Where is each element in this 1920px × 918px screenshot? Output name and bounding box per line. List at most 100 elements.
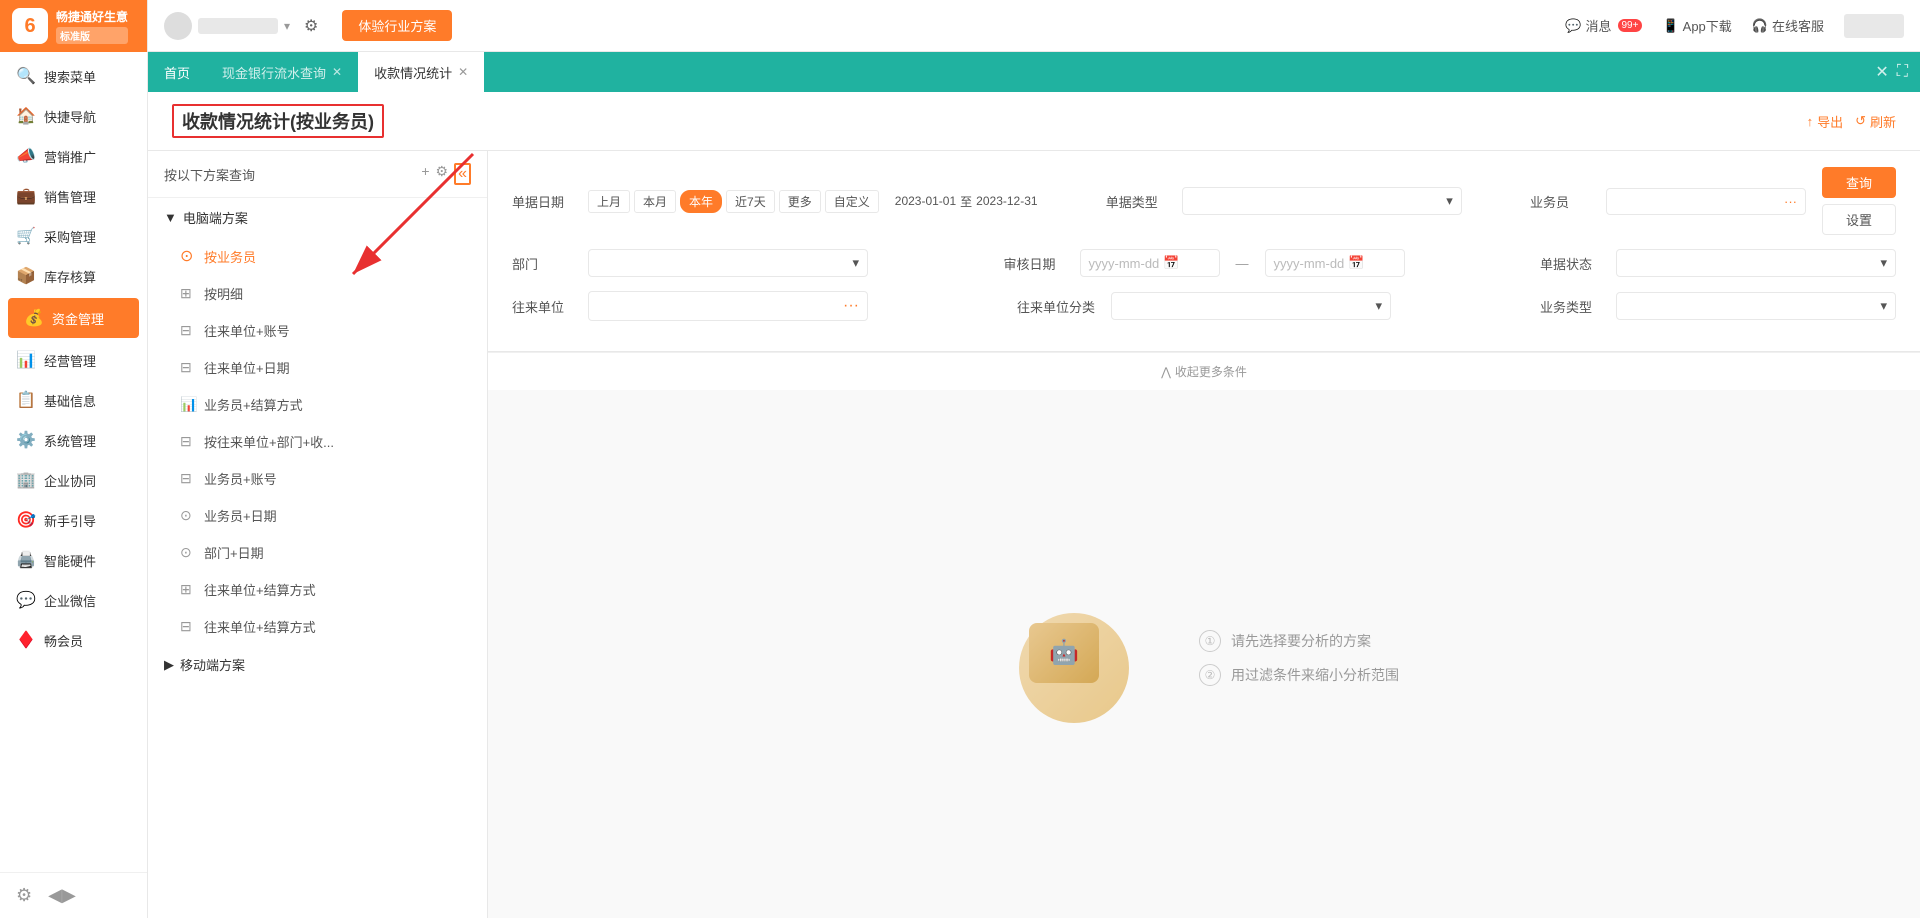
collection-stat-tab-close-icon[interactable]: ✕ (458, 65, 468, 79)
partner-category-select[interactable]: ▾ (1111, 292, 1391, 320)
app-download-item[interactable]: 📱 App下载 (1662, 16, 1731, 35)
scheme-item-unit-settle1[interactable]: ⊞ 往来单位+结算方式 (148, 571, 487, 608)
partner-select[interactable]: ··· (588, 291, 868, 321)
sidebar-item-member[interactable]: ♦️ 畅会员 (0, 620, 147, 660)
sidebar-item-wechat[interactable]: 💬 企业微信 (0, 580, 147, 620)
sidebar-logo: 6 畅捷通好生意 标准版 (0, 0, 147, 52)
scheme-settings-icon[interactable]: ⚙ (436, 163, 449, 185)
bank-flow-tab-close-icon[interactable]: ✕ (332, 65, 342, 79)
sidebar-item-search-menu[interactable]: 🔍 搜索菜单 (0, 56, 147, 96)
add-scheme-icon[interactable]: + (421, 163, 429, 185)
salesman-more-icon[interactable]: ··· (1784, 194, 1797, 209)
review-date-from-value: yyyy-mm-dd (1089, 256, 1160, 271)
doc-status-select[interactable]: ▾ (1616, 249, 1896, 277)
sidebar-item-inventory[interactable]: 📦 库存核算 (0, 256, 147, 296)
scheme-item-by-detail[interactable]: ⊞ 按明细 (148, 275, 487, 312)
settings-button[interactable]: 设置 (1822, 204, 1896, 235)
collapse-bar[interactable]: ⋀ 收起更多条件 (488, 352, 1920, 390)
date-shortcuts: 上月 本月 本年 近7天 更多 自定义 (588, 190, 879, 213)
collapse-label: 收起更多条件 (1175, 363, 1247, 380)
online-service-item[interactable]: 🎧 在线客服 (1752, 16, 1824, 35)
sidebar-item-sales[interactable]: 💼 销售管理 (0, 176, 147, 216)
tab-bank-flow[interactable]: 现金银行流水查询 ✕ (206, 52, 358, 92)
date-dash: — (1236, 256, 1249, 271)
date-btn-7days[interactable]: 近7天 (726, 190, 775, 213)
hardware-icon: 🖨️ (16, 550, 36, 570)
trial-btn[interactable]: 体验行业方案 (342, 10, 452, 41)
doc-type-label: 单据类型 (1106, 192, 1166, 211)
scheme-item-label: 部门+日期 (204, 543, 264, 562)
sidebar-item-guide[interactable]: 🎯 新手引导 (0, 500, 147, 540)
close-tab-icon[interactable]: ✕ (1875, 62, 1888, 82)
date-btn-last-month[interactable]: 上月 (588, 190, 630, 213)
scheme-item-salesman-account[interactable]: ⊟ 业务员+账号 (148, 460, 487, 497)
export-button[interactable]: ↑ 导出 (1807, 112, 1844, 131)
unit-date-icon: ⊟ (180, 359, 196, 376)
date-range: 2023-01-01 至 2023-12-31 (895, 193, 1038, 210)
date-btn-custom[interactable]: 自定义 (825, 190, 879, 213)
sidebar-item-finance[interactable]: 💰 资金管理 (8, 298, 139, 338)
sidebar-item-operations[interactable]: 📊 经营管理 (0, 340, 147, 380)
guide-icon: 🎯 (16, 510, 36, 530)
filter-row-2: 部门 ▾ 审核日期 yyyy-mm-dd 📅 — yyyy-mm-dd 📅 (512, 249, 1896, 277)
scheme-item-label: 往来单位+日期 (204, 358, 290, 377)
maximize-icon[interactable]: ⛶ (1897, 63, 1908, 81)
calendar-from-icon[interactable]: 📅 (1163, 255, 1179, 271)
review-date-to[interactable]: yyyy-mm-dd 📅 (1265, 249, 1405, 277)
scheme-item-salesman-date[interactable]: ⊙ 业务员+日期 (148, 497, 487, 534)
collapse-sidebar-icon[interactable]: ◀▶ (48, 885, 76, 906)
doc-type-select[interactable]: ▾ (1182, 187, 1462, 215)
empty-step-1: ① 请先选择要分析的方案 (1199, 630, 1399, 652)
unit-settle1-icon: ⊞ (180, 581, 196, 598)
sidebar-item-label: 基础信息 (44, 391, 96, 410)
sidebar-item-hardware[interactable]: 🖨️ 智能硬件 (0, 540, 147, 580)
scheme-item-unit-date[interactable]: ⊟ 往来单位+日期 (148, 349, 487, 386)
query-button[interactable]: 查询 (1822, 167, 1896, 198)
collapse-panel-icon[interactable]: « (454, 163, 471, 185)
user-info-placeholder (1844, 14, 1904, 38)
dept-select[interactable]: ▾ (588, 249, 868, 277)
sidebar-item-quick-nav[interactable]: 🏠 快捷导航 (0, 96, 147, 136)
calendar-to-icon[interactable]: 📅 (1348, 255, 1364, 271)
sidebar-item-purchase[interactable]: 🛒 采购管理 (0, 216, 147, 256)
step-1-label: 请先选择要分析的方案 (1231, 631, 1371, 651)
refresh-button[interactable]: ↺ 刷新 (1855, 112, 1896, 131)
scheme-item-dept-date[interactable]: ⊙ 部门+日期 (148, 534, 487, 571)
sidebar-item-system[interactable]: ⚙️ 系统管理 (0, 420, 147, 460)
review-date-from[interactable]: yyyy-mm-dd 📅 (1080, 249, 1220, 277)
unit-dept-icon: ⊟ (180, 433, 196, 450)
scheme-group-mobile-title[interactable]: ▶ 移动端方案 (148, 645, 487, 684)
settings-icon[interactable]: ⚙ (16, 885, 32, 906)
salesman-select[interactable]: ··· (1606, 188, 1806, 215)
sidebar-item-marketing[interactable]: 📣 营销推广 (0, 136, 147, 176)
scheme-item-unit-settle2[interactable]: ⊟ 往来单位+结算方式 (148, 608, 487, 645)
expand-mobile-icon: ▶ (164, 657, 174, 673)
sidebar-item-basic-info[interactable]: 📋 基础信息 (0, 380, 147, 420)
app-logo-icon: 6 (12, 8, 48, 44)
biz-type-select[interactable]: ▾ (1616, 292, 1896, 320)
topbar-user: ▾ ⚙ (164, 12, 318, 40)
scheme-item-unit-dept-collect[interactable]: ⊟ 按往来单位+部门+收... (148, 423, 487, 460)
step-2-label: 用过滤条件来缩小分析范围 (1231, 665, 1399, 685)
sales-icon: 💼 (16, 186, 36, 206)
doc-status-label: 单据状态 (1540, 254, 1600, 273)
download-icon: 📱 (1662, 18, 1678, 34)
scheme-item-by-salesman[interactable]: ⊙ 按业务员 (148, 237, 487, 275)
scheme-group-pc-title[interactable]: ▼ 电脑端方案 (148, 198, 487, 237)
sidebar-item-enterprise[interactable]: 🏢 企业协同 (0, 460, 147, 500)
doc-type-dropdown-icon: ▾ (1446, 193, 1453, 209)
tab-collection-stat[interactable]: 收款情况统计 ✕ (358, 52, 484, 92)
date-btn-this-year[interactable]: 本年 (680, 190, 722, 213)
topbar-dropdown-icon[interactable]: ▾ (284, 19, 290, 33)
date-btn-more[interactable]: 更多 (779, 190, 821, 213)
scheme-item-unit-account[interactable]: ⊟ 往来单位+账号 (148, 312, 487, 349)
topbar-gear-icon[interactable]: ⚙ (304, 16, 318, 36)
doc-status-dropdown-icon: ▾ (1880, 255, 1887, 271)
service-icon: 🎧 (1752, 18, 1768, 34)
notification-item[interactable]: 💬 消息 99+ (1565, 16, 1642, 35)
date-btn-this-month[interactable]: 本月 (634, 190, 676, 213)
partner-more-icon[interactable]: ··· (843, 297, 859, 315)
tab-home[interactable]: 首页 (148, 52, 206, 92)
tabbar-actions: ✕ ⛶ (1875, 62, 1920, 82)
scheme-item-salesman-settle[interactable]: 📊 业务员+结算方式 (148, 386, 487, 423)
